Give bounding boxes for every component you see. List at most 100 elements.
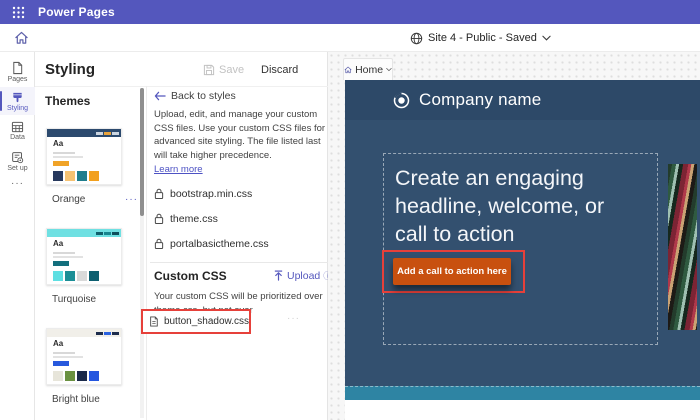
- theme-thumb-chip: [112, 131, 119, 135]
- css-file-name: bootstrap.min.css: [170, 188, 253, 200]
- pages-icon: [13, 61, 23, 75]
- theme-thumb-chip: [96, 131, 103, 135]
- data-table-icon: [11, 121, 24, 133]
- locked-css-file-row: bootstrap.min.css: [154, 188, 252, 200]
- app-title: Power Pages: [38, 5, 115, 19]
- theme-name: Bright blue: [52, 393, 100, 405]
- upload-button[interactable]: Upload ⓘ: [273, 269, 332, 282]
- theme-thumb-button: [53, 361, 69, 366]
- chevron-down-icon: [386, 67, 392, 72]
- theme-thumb-chip: [104, 331, 111, 335]
- page-tab-label: Home: [355, 63, 384, 76]
- theme-thumb-chip: [104, 131, 111, 135]
- theme-thumb-button: [53, 161, 69, 166]
- footer-teal-band: [345, 386, 700, 400]
- palette-swatch: [53, 171, 63, 181]
- panel-title: Styling: [45, 61, 96, 78]
- palette-swatch: [89, 371, 99, 381]
- theme-more-button[interactable]: ···: [125, 194, 138, 205]
- locked-css-file-row: portalbasictheme.css: [154, 238, 269, 250]
- theme-card-bright-blue[interactable]: Aa: [46, 328, 122, 385]
- app-top-bar: Power Pages: [0, 0, 700, 24]
- sidebar-item-data[interactable]: Data: [0, 117, 35, 145]
- palette-swatch: [77, 371, 87, 381]
- custom-css-file-name[interactable]: button_shadow.css: [164, 316, 249, 327]
- palette-swatch: [77, 171, 87, 181]
- save-icon: [203, 64, 215, 76]
- power-pages-window: Power Pages Site 4 - Public - Saved Page…: [0, 0, 700, 420]
- lock-icon: [154, 213, 164, 225]
- design-canvas: Home Company name Create an engaging hea…: [328, 52, 700, 420]
- file-icon: [150, 316, 158, 327]
- sidebar-item-label: Set up: [7, 164, 28, 172]
- setup-icon: [12, 151, 24, 163]
- custom-css-description: Upload, edit, and manage your custom CSS…: [154, 109, 326, 161]
- discard-button[interactable]: Discard: [261, 60, 298, 80]
- theme-thumb-chip: [104, 231, 111, 235]
- palette-swatch: [65, 271, 75, 281]
- discard-button-label: Discard: [261, 64, 299, 76]
- sidebar-item-pages[interactable]: Pages: [0, 58, 35, 86]
- theme-thumb-topbar: [47, 329, 121, 337]
- themes-section-title: Themes: [45, 94, 91, 108]
- cta-button[interactable]: Add a call to action here: [393, 258, 511, 285]
- custom-file-more-button[interactable]: ···: [287, 313, 300, 324]
- custom-css-divider: [150, 262, 328, 263]
- waffle-grid-glyph: [12, 6, 24, 18]
- theme-label-row: Orange ···: [46, 192, 138, 206]
- theme-label-row: Bright blue: [46, 392, 138, 406]
- sub-header-bar: Site 4 - Public - Saved: [0, 24, 700, 52]
- company-name: Company name: [419, 90, 542, 109]
- theme-label-row: Turquoise: [46, 292, 138, 306]
- lock-icon: [154, 188, 164, 200]
- back-to-styles-link[interactable]: Back to styles: [154, 90, 236, 102]
- page-tab-home[interactable]: Home: [343, 58, 393, 80]
- styling-brush-icon: [13, 92, 22, 102]
- theme-thumb-topbar: [47, 229, 121, 237]
- styling-panel: Styling Save Discard Themes Aa Orange ··…: [35, 52, 332, 420]
- theme-card-orange[interactable]: Aa: [46, 128, 122, 185]
- site-preview: Company name Create an engaging headline…: [345, 80, 700, 420]
- waffle-menu-icon[interactable]: [6, 0, 30, 24]
- theme-card-turquoise[interactable]: Aa: [46, 228, 122, 285]
- palette-swatch: [65, 371, 75, 381]
- custom-file-highlight-box: button_shadow.css: [141, 309, 251, 334]
- home-icon: [344, 66, 352, 73]
- palette-swatch: [77, 271, 87, 281]
- theme-thumb-textline: [53, 156, 83, 158]
- theme-thumb-chip: [96, 231, 103, 235]
- company-logo-icon: [393, 92, 410, 108]
- theme-name: Orange: [52, 193, 86, 205]
- theme-thumb-textline: [53, 356, 83, 358]
- back-link-label: Back to styles: [171, 90, 236, 102]
- site-selector[interactable]: Site 4 - Public - Saved: [410, 24, 551, 52]
- upload-button-label: Upload: [287, 269, 321, 282]
- theme-thumb-chip: [96, 331, 103, 335]
- globe-icon: [410, 32, 423, 44]
- sidebar-item-styling[interactable]: Styling: [0, 87, 35, 115]
- palette-swatch: [89, 171, 99, 181]
- theme-thumb-topbar: [47, 129, 121, 137]
- hero-headline[interactable]: Create an engaging headline, welcome, or…: [395, 164, 639, 248]
- site-brand[interactable]: Company name: [393, 90, 541, 110]
- save-button[interactable]: Save: [203, 60, 244, 80]
- themes-scrollbar-thumb[interactable]: [140, 88, 144, 216]
- css-file-name: theme.css: [170, 213, 218, 225]
- sidebar-item-setup[interactable]: Set up: [0, 147, 35, 175]
- footer-white-area: [345, 400, 700, 420]
- learn-more-link[interactable]: Learn more: [154, 164, 203, 175]
- palette-swatch: [53, 271, 63, 281]
- theme-palette: [53, 371, 99, 381]
- save-button-label: Save: [219, 64, 245, 76]
- sidebar-more-button[interactable]: ···: [0, 178, 35, 189]
- home-button[interactable]: [11, 29, 31, 47]
- site-label: Site 4 - Public - Saved: [428, 32, 537, 44]
- custom-css-title: Custom CSS: [154, 269, 227, 283]
- theme-sample-text: Aa: [53, 339, 64, 348]
- theme-thumb-button: [53, 261, 69, 266]
- home-icon: [14, 31, 28, 44]
- palette-swatch: [53, 371, 63, 381]
- upload-icon: [274, 270, 283, 281]
- left-nav-rail: Pages Styling Data Set up ···: [0, 52, 35, 420]
- sidebar-item-label: Data: [10, 134, 25, 141]
